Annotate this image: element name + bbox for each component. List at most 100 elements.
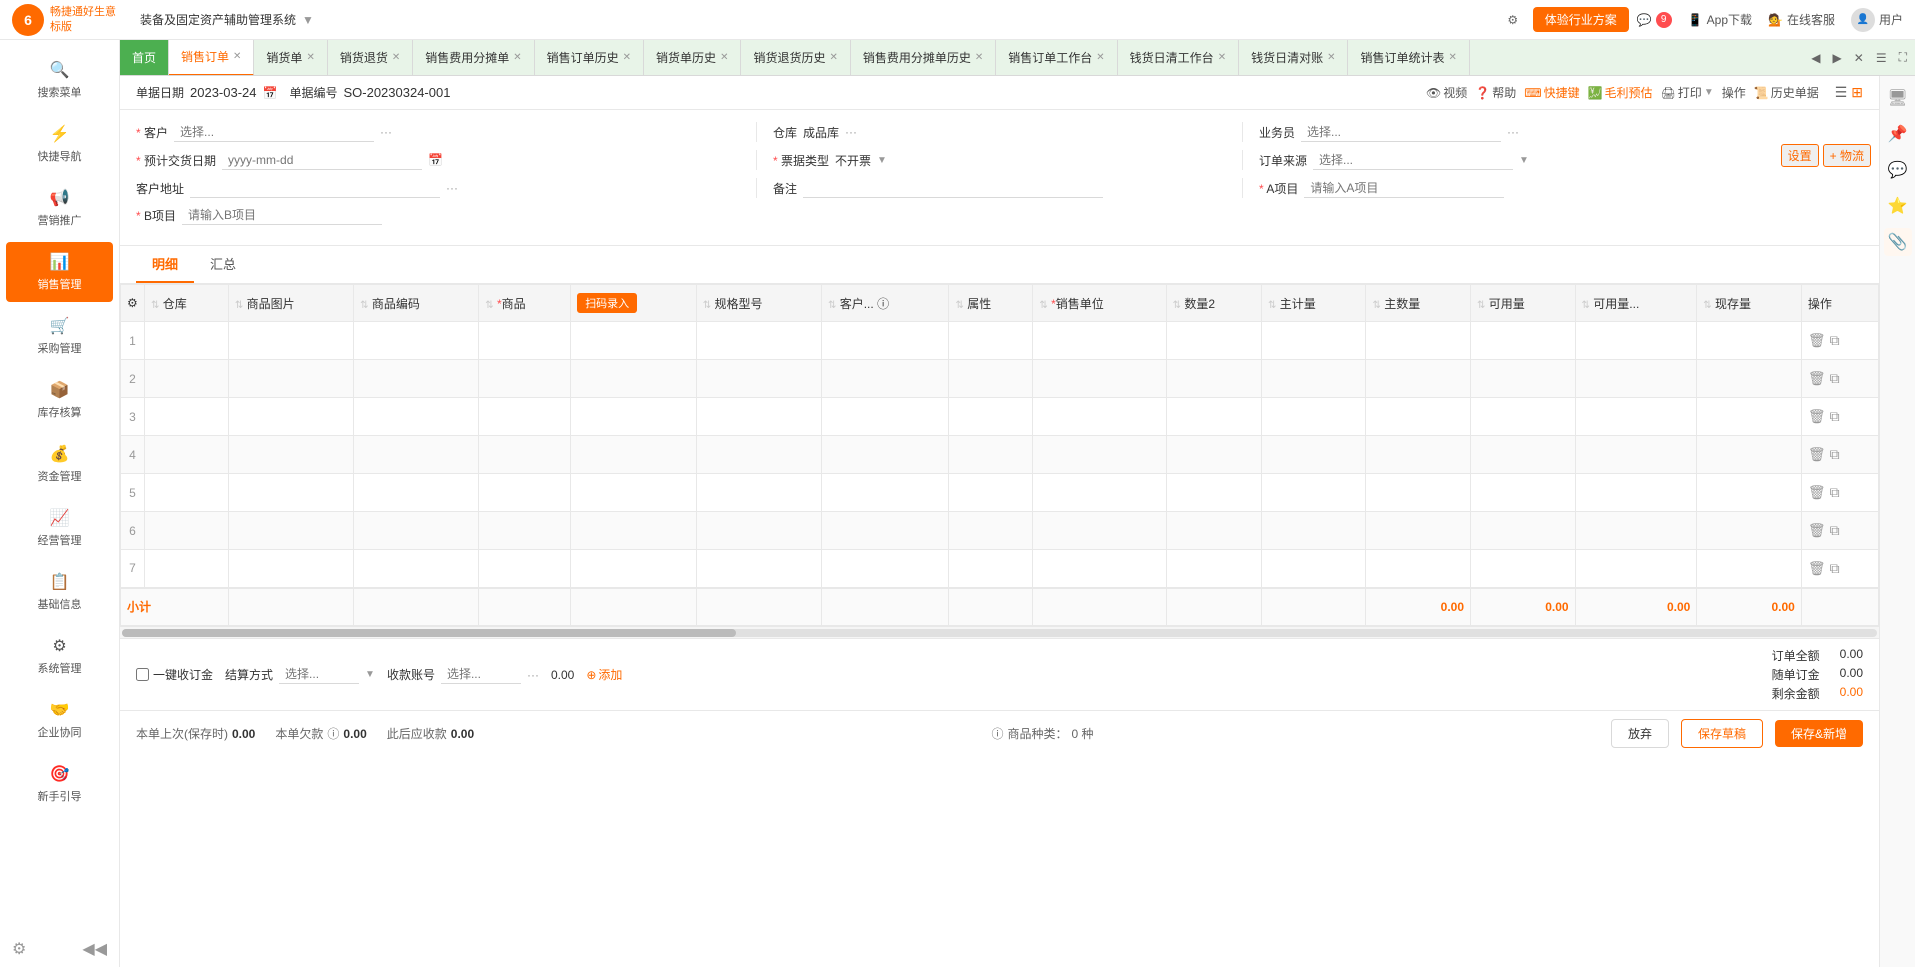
- sidebar-item-quicknav[interactable]: ⚡ 快捷导航: [6, 114, 113, 174]
- tab-close-all-icon[interactable]: ✕: [1850, 51, 1868, 65]
- online-service-button[interactable]: 💁 在线客服: [1768, 11, 1835, 28]
- history-button[interactable]: 📜历史单据: [1754, 84, 1819, 101]
- sidebar-item-purchase[interactable]: 🛒 采购管理: [6, 306, 113, 366]
- row-copy-icon-7[interactable]: ⧉: [1830, 560, 1840, 577]
- row-delete-icon-7[interactable]: 🗑: [1808, 560, 1826, 577]
- row-delete-icon-4[interactable]: 🗑: [1808, 446, 1826, 463]
- row-delete-icon-2[interactable]: 🗑: [1808, 370, 1826, 387]
- card-view-icon[interactable]: ⊞: [1851, 84, 1863, 101]
- tab-sales-order-history[interactable]: 销售订单历史 ✕: [535, 40, 644, 76]
- print-dropdown-icon[interactable]: ▼: [1704, 87, 1714, 98]
- save-new-button[interactable]: 保存&新增: [1775, 720, 1863, 747]
- tab-close-sales-order[interactable]: ✕: [233, 51, 241, 62]
- sidebar-item-system[interactable]: ⚙ 系统管理: [6, 626, 113, 686]
- right-panel-icon-3[interactable]: 💬: [1884, 156, 1912, 184]
- tab-close-sales-workbench[interactable]: ✕: [1096, 52, 1104, 63]
- tab-sales-return-history[interactable]: 销货退货历史 ✕: [741, 40, 850, 76]
- warehouse-dots-icon[interactable]: ···: [845, 125, 857, 139]
- discard-button[interactable]: 放弃: [1611, 719, 1669, 748]
- form-add-field-button[interactable]: + 物流: [1823, 144, 1871, 167]
- tab-sales-order[interactable]: 销售订单 ✕: [169, 40, 254, 76]
- delivery-input[interactable]: [222, 151, 422, 170]
- tab-close-sales-fee[interactable]: ✕: [513, 52, 521, 63]
- horizontal-scrollbar[interactable]: [120, 626, 1879, 638]
- app-download-button[interactable]: 📱 App下载: [1688, 11, 1752, 28]
- row-delete-icon-3[interactable]: 🗑: [1808, 408, 1826, 425]
- save-draft-button[interactable]: 保存草稿: [1681, 719, 1763, 748]
- scan-button[interactable]: 扫码录入: [577, 293, 637, 313]
- sidebar-item-sales[interactable]: 📊 销售管理: [6, 242, 113, 302]
- tab-sales-workbench[interactable]: 销售订单工作台 ✕: [996, 40, 1117, 76]
- tab-close-sales-order-history[interactable]: ✕: [623, 52, 631, 63]
- tab-sales-fee[interactable]: 销售费用分摊单 ✕: [413, 40, 534, 76]
- sidebar-item-marketing[interactable]: 📢 营销推广: [6, 178, 113, 238]
- view-button[interactable]: 👁视频: [1426, 84, 1467, 101]
- right-panel-icon-4[interactable]: ⭐: [1884, 192, 1912, 220]
- solution-button[interactable]: 体验行业方案: [1533, 7, 1629, 32]
- address-input[interactable]: [190, 179, 440, 198]
- tab-close-sales-fee-history[interactable]: ✕: [975, 52, 983, 63]
- row-copy-icon-1[interactable]: ⧉: [1830, 332, 1840, 349]
- right-panel-icon-1[interactable]: 🖥: [1884, 84, 1912, 112]
- tab-sales-fee-history[interactable]: 销售费用分摊单历史 ✕: [851, 40, 996, 76]
- right-panel-icon-2[interactable]: 📌: [1884, 120, 1912, 148]
- row-delete-icon-6[interactable]: 🗑: [1808, 522, 1826, 539]
- invoice-dropdown-icon[interactable]: ▼: [877, 155, 887, 166]
- row-delete-icon-1[interactable]: 🗑: [1808, 332, 1826, 349]
- account-dots-icon[interactable]: ···: [527, 668, 539, 682]
- customer-input[interactable]: [174, 123, 374, 142]
- row-copy-icon-5[interactable]: ⧉: [1830, 484, 1840, 501]
- message-button[interactable]: 💬 9: [1637, 12, 1672, 28]
- tab-detail[interactable]: 明细: [136, 246, 194, 283]
- scrollbar-thumb[interactable]: [122, 629, 736, 637]
- tab-next-icon[interactable]: ▶: [1829, 51, 1846, 65]
- tab-daily-reconcile[interactable]: 钱货日清对账 ✕: [1239, 40, 1348, 76]
- tab-close-sales-stats[interactable]: ✕: [1449, 52, 1457, 63]
- row-copy-icon-3[interactable]: ⧉: [1830, 408, 1840, 425]
- calendar-icon[interactable]: 📅: [263, 86, 278, 100]
- tab-prev-icon[interactable]: ◀: [1807, 51, 1824, 65]
- tab-sales-slip-history[interactable]: 销货单历史 ✕: [644, 40, 741, 76]
- tab-summary[interactable]: 汇总: [194, 246, 252, 283]
- help-button[interactable]: ❓帮助: [1475, 84, 1516, 101]
- account-input[interactable]: [441, 665, 521, 684]
- remarks-input[interactable]: [803, 179, 1103, 198]
- sidebar-item-newbie[interactable]: 🎯 新手引导: [6, 754, 113, 814]
- operation-button[interactable]: 操作: [1722, 84, 1746, 101]
- col-settings[interactable]: ⚙: [121, 285, 145, 322]
- tab-sales-stats[interactable]: 销售订单统计表 ✕: [1348, 40, 1469, 76]
- settings-icon[interactable]: ⚙: [1501, 8, 1525, 32]
- tab-close-sales-slip-history[interactable]: ✕: [720, 52, 728, 63]
- sidebar-item-basic-info[interactable]: 📋 基础信息: [6, 562, 113, 622]
- one-click-checkbox-input[interactable]: [136, 668, 149, 681]
- row-copy-icon-6[interactable]: ⧉: [1830, 522, 1840, 539]
- tab-daily-workbench[interactable]: 钱货日清工作台 ✕: [1118, 40, 1239, 76]
- sidebar-settings-icon[interactable]: ⚙: [12, 939, 26, 959]
- row-copy-icon-2[interactable]: ⧉: [1830, 370, 1840, 387]
- address-dots-icon[interactable]: ···: [446, 181, 458, 195]
- right-panel-icon-5[interactable]: 📎: [1884, 228, 1912, 256]
- tab-close-sales-slip[interactable]: ✕: [306, 52, 314, 63]
- sidebar-collapse-icon[interactable]: ◀◀: [82, 939, 107, 959]
- row-delete-icon-5[interactable]: 🗑: [1808, 484, 1826, 501]
- tab-menu-icon[interactable]: ☰: [1872, 51, 1891, 65]
- delivery-calendar-icon[interactable]: 📅: [428, 153, 443, 167]
- profit-estimate-button[interactable]: 💹毛利预估: [1588, 84, 1653, 101]
- b-project-input[interactable]: [182, 206, 382, 225]
- one-click-deposit-checkbox[interactable]: 一键收订金: [136, 666, 213, 683]
- sidebar-item-enterprise[interactable]: 🤝 企业协同: [6, 690, 113, 750]
- row-copy-icon-4[interactable]: ⧉: [1830, 446, 1840, 463]
- settle-input[interactable]: [279, 665, 359, 684]
- sidebar-item-inventory[interactable]: 📦 库存核算: [6, 370, 113, 430]
- settle-dropdown-icon[interactable]: ▼: [365, 669, 375, 680]
- sidebar-item-search[interactable]: 🔍 搜索菜单: [6, 50, 113, 110]
- order-source-input[interactable]: [1313, 151, 1513, 170]
- grid-view-icon[interactable]: ☰: [1835, 84, 1848, 101]
- form-settings-button[interactable]: 设置: [1781, 144, 1819, 167]
- salesperson-dots-icon[interactable]: ···: [1507, 125, 1519, 139]
- print-button[interactable]: 🖨打印 ▼: [1661, 84, 1714, 101]
- tab-maximize-icon[interactable]: ⛶: [1895, 50, 1911, 65]
- sidebar-item-operations[interactable]: 📈 经营管理: [6, 498, 113, 558]
- customer-dots-icon[interactable]: ···: [380, 125, 392, 139]
- a-project-input[interactable]: [1304, 179, 1504, 198]
